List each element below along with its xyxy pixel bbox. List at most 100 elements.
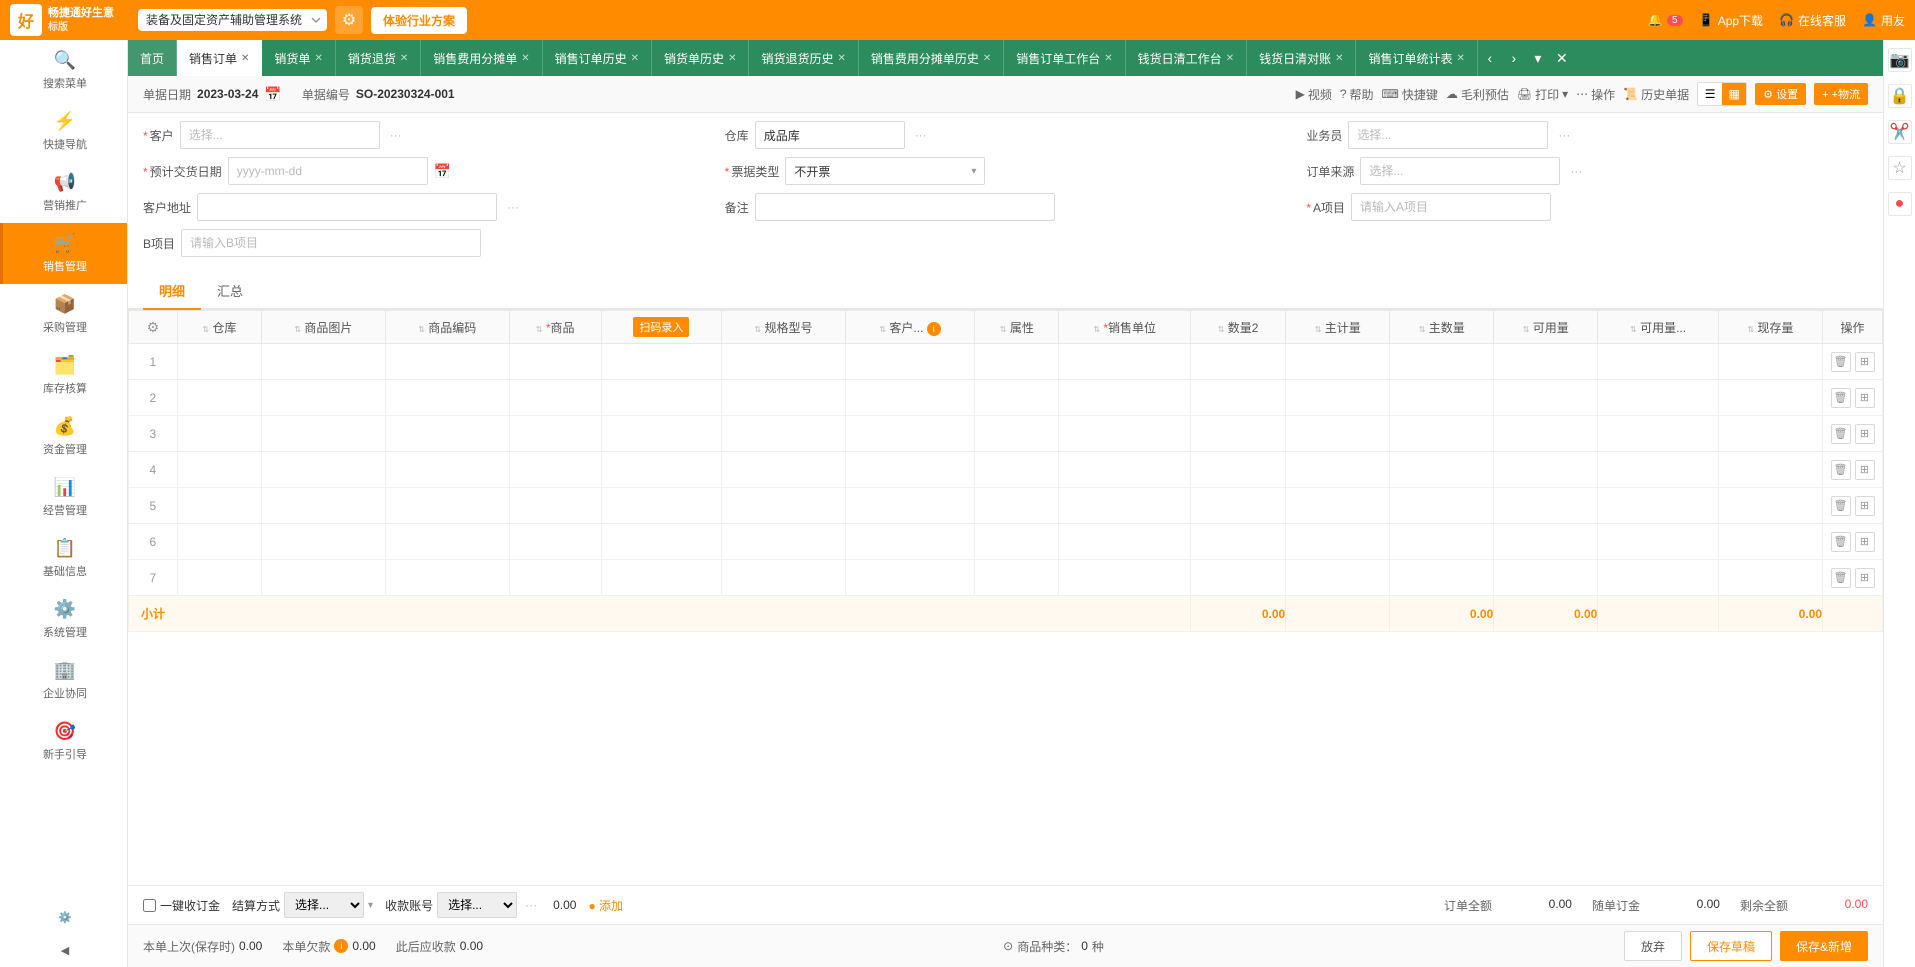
sidebar-item-quicknav[interactable]: ⚡ 快捷导航 bbox=[0, 101, 127, 162]
row-delete-btn[interactable]: 🗑 bbox=[1831, 388, 1851, 408]
tab-close-icon[interactable]: ✕ bbox=[521, 53, 529, 64]
sort-icon[interactable]: ⇅ bbox=[879, 325, 886, 334]
delivery-calendar-icon[interactable]: 📅 bbox=[434, 163, 451, 180]
tab-close-icon[interactable]: ✕ bbox=[1457, 53, 1465, 64]
industry-btn[interactable]: 体验行业方案 bbox=[371, 7, 467, 34]
tab-close-icon[interactable]: ✕ bbox=[400, 53, 408, 64]
settings-panel-btn[interactable]: ⚙ 设置 bbox=[1755, 83, 1806, 105]
sort-icon[interactable]: ⇅ bbox=[536, 325, 543, 334]
list-view-btn[interactable]: ☰ bbox=[1698, 83, 1722, 105]
calendar-icon[interactable]: 📅 bbox=[264, 86, 281, 103]
sort-icon[interactable]: ⇅ bbox=[1000, 325, 1007, 334]
online-service-item[interactable]: 🎧 在线客服 bbox=[1779, 12, 1846, 29]
sort-icon[interactable]: ⇅ bbox=[1747, 325, 1754, 334]
right-panel-lock-btn[interactable]: 🔒 bbox=[1888, 84, 1912, 108]
row-delete-btn[interactable]: 🗑 bbox=[1831, 460, 1851, 480]
tab-summary[interactable]: 汇总 bbox=[201, 273, 259, 310]
invoice-type-select[interactable]: 不开票 ▾ bbox=[785, 157, 985, 185]
row-delete-btn[interactable]: 🗑 bbox=[1831, 496, 1851, 516]
discard-btn[interactable]: 放弃 bbox=[1624, 931, 1682, 961]
order-source-more-btn[interactable]: ··· bbox=[1566, 164, 1586, 178]
b-project-input[interactable] bbox=[181, 229, 481, 257]
salesperson-more-btn[interactable]: ··· bbox=[1554, 128, 1574, 142]
row-delete-btn[interactable]: 🗑 bbox=[1831, 568, 1851, 588]
bank-account-select[interactable]: 选择... bbox=[437, 892, 517, 918]
row-copy-btn[interactable]: ⊞ bbox=[1855, 424, 1875, 444]
tab-order-history[interactable]: 销售订单历史 ✕ bbox=[543, 40, 652, 76]
customer-input[interactable] bbox=[180, 121, 380, 149]
info-icon[interactable]: i bbox=[927, 322, 941, 336]
sidebar-item-marketing[interactable]: 📢 营销推广 bbox=[0, 162, 127, 223]
right-panel-camera-btn[interactable]: 📷 bbox=[1888, 48, 1912, 72]
a-project-input[interactable] bbox=[1351, 193, 1551, 221]
right-panel-star-btn[interactable]: ☆ bbox=[1888, 156, 1912, 180]
user-avatar[interactable]: 👤 用友 bbox=[1862, 12, 1905, 29]
sidebar-item-inventory[interactable]: 🗂️ 库存核算 bbox=[0, 345, 127, 406]
tab-return-history[interactable]: 销货退货历史 ✕ bbox=[749, 40, 858, 76]
sidebar-item-enterprise[interactable]: 🏢 企业协同 bbox=[0, 650, 127, 711]
tab-invoice[interactable]: 销货单 ✕ bbox=[262, 40, 335, 76]
sort-icon[interactable]: ⇅ bbox=[202, 325, 209, 334]
sort-icon[interactable]: ⇅ bbox=[754, 325, 761, 334]
profit-btn[interactable]: ☁ 毛利预估 bbox=[1446, 86, 1509, 103]
print-dropdown-icon[interactable]: ▾ bbox=[1562, 87, 1568, 101]
tab-expense-split[interactable]: 销售费用分摊单 ✕ bbox=[421, 40, 542, 76]
add-payment-btn[interactable]: ● 添加 bbox=[588, 897, 623, 914]
tab-menu-btn[interactable]: ▾ bbox=[1526, 40, 1550, 76]
sidebar-item-guide[interactable]: 🎯 新手引导 bbox=[0, 711, 127, 772]
sort-icon[interactable]: ⇅ bbox=[1523, 325, 1530, 334]
tab-return[interactable]: 销货退货 ✕ bbox=[336, 40, 421, 76]
system-selector[interactable]: 装备及固定资产辅助管理系统 bbox=[138, 9, 327, 31]
tab-close-icon[interactable]: ✕ bbox=[314, 53, 322, 64]
grid-view-btn[interactable]: ▦ bbox=[1722, 83, 1746, 105]
tab-daily-workbench[interactable]: 钱货日清工作台 ✕ bbox=[1126, 40, 1247, 76]
address-more-btn[interactable]: ··· bbox=[503, 200, 523, 214]
tab-close-icon[interactable]: ✕ bbox=[837, 53, 845, 64]
order-source-input[interactable] bbox=[1360, 157, 1560, 185]
customer-more-btn[interactable]: ··· bbox=[386, 128, 406, 142]
sort-icon[interactable]: ⇅ bbox=[1218, 325, 1225, 334]
sort-icon[interactable]: ⇅ bbox=[1093, 325, 1100, 334]
right-panel-alert-btn[interactable]: ● bbox=[1888, 192, 1912, 216]
sidebar-settings-btn[interactable]: ⚙️ bbox=[0, 901, 127, 934]
address-input[interactable] bbox=[197, 193, 497, 221]
sidebar-item-sales[interactable]: 🛒 销售管理 bbox=[0, 223, 127, 284]
sort-icon[interactable]: ⇅ bbox=[1419, 325, 1426, 334]
sidebar-item-basic[interactable]: 📋 基础信息 bbox=[0, 528, 127, 589]
operations-btn[interactable]: ⋯ 操作 bbox=[1576, 86, 1615, 103]
sidebar-item-purchase[interactable]: 📦 采购管理 bbox=[0, 284, 127, 345]
help-btn[interactable]: ? 帮助 bbox=[1340, 86, 1374, 103]
sidebar-item-search[interactable]: 🔍 搜索菜单 bbox=[0, 40, 127, 101]
tab-next-btn[interactable]: › bbox=[1502, 40, 1526, 76]
save-draft-btn[interactable]: 保存草稿 bbox=[1690, 931, 1772, 961]
shortcuts-btn[interactable]: ⌨ 快捷键 bbox=[1382, 86, 1438, 103]
history-btn[interactable]: 📜 历史单据 bbox=[1623, 86, 1689, 103]
sidebar-item-finance[interactable]: 💰 资金管理 bbox=[0, 406, 127, 467]
app-download-item[interactable]: 📱 App下载 bbox=[1699, 12, 1763, 29]
tab-close-icon[interactable]: ✕ bbox=[728, 53, 736, 64]
sidebar-collapse-btn[interactable]: ◀ bbox=[0, 934, 127, 967]
tab-stats[interactable]: 销售订单统计表 ✕ bbox=[1356, 40, 1477, 76]
tab-close-icon[interactable]: ✕ bbox=[1226, 53, 1234, 64]
bank-more-btn[interactable]: ··· bbox=[521, 898, 541, 912]
this-order-info-icon[interactable]: i bbox=[334, 939, 348, 953]
th-gear[interactable]: ⚙ bbox=[129, 311, 178, 344]
row-copy-btn[interactable]: ⊞ bbox=[1855, 388, 1875, 408]
tab-close-icon[interactable]: ✕ bbox=[1335, 53, 1343, 64]
tab-detail[interactable]: 明细 bbox=[143, 273, 201, 310]
tab-close-icon[interactable]: ✕ bbox=[1104, 53, 1112, 64]
sidebar-item-operations[interactable]: 📊 经营管理 bbox=[0, 467, 127, 528]
right-panel-clip-btn[interactable]: ✂️ bbox=[1888, 120, 1912, 144]
save-new-btn[interactable]: 保存&新增 bbox=[1780, 931, 1868, 961]
sort-icon[interactable]: ⇅ bbox=[1315, 325, 1322, 334]
column-gear-icon[interactable]: ⚙ bbox=[147, 319, 160, 335]
row-delete-btn[interactable]: 🗑 bbox=[1831, 424, 1851, 444]
remarks-input[interactable] bbox=[755, 193, 1055, 221]
tab-reconciliation[interactable]: 钱货日清对账 ✕ bbox=[1247, 40, 1356, 76]
scan-btn[interactable]: 扫码录入 bbox=[633, 317, 689, 337]
sort-icon[interactable]: ⇅ bbox=[418, 325, 425, 334]
row-copy-btn[interactable]: ⊞ bbox=[1855, 568, 1875, 588]
tab-close-icon[interactable]: ✕ bbox=[983, 53, 991, 64]
tab-close-all-btn[interactable]: ✕ bbox=[1550, 40, 1574, 76]
sort-icon[interactable]: ⇅ bbox=[294, 325, 301, 334]
